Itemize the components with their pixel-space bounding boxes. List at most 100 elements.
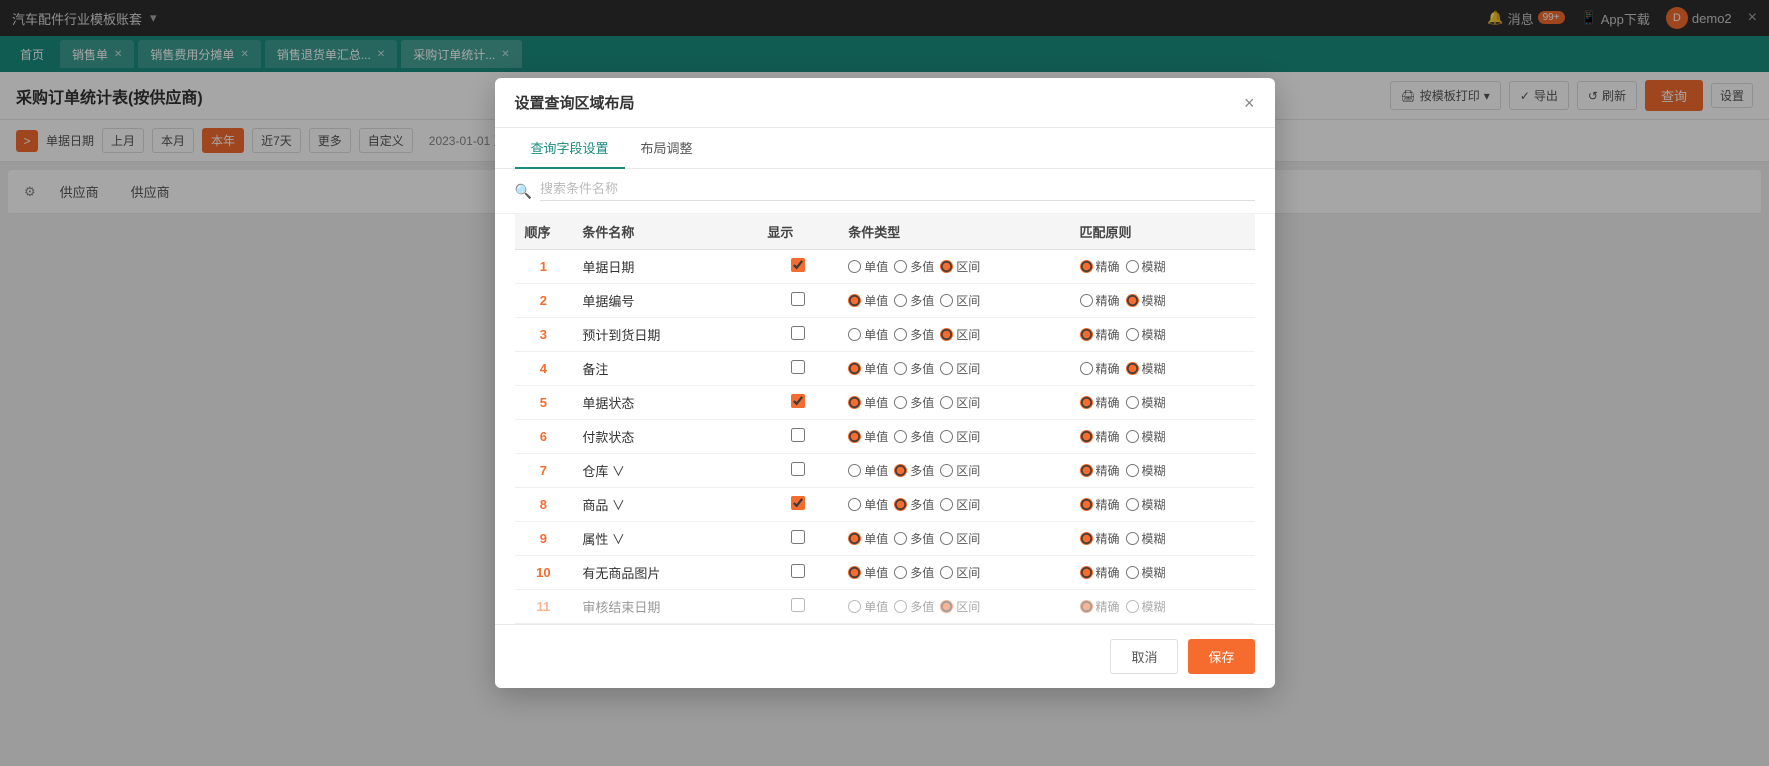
type-radio-区间[interactable] [940, 498, 953, 511]
type-option-单值[interactable]: 单值 [848, 428, 888, 445]
type-radio-多值[interactable] [894, 532, 907, 545]
match-option-模糊[interactable]: 模糊 [1126, 564, 1166, 581]
match-option-精确[interactable]: 精确 [1080, 598, 1120, 615]
type-radio-多值[interactable] [894, 260, 907, 273]
match-option-精确[interactable]: 精确 [1080, 360, 1120, 377]
type-option-多值[interactable]: 多值 [894, 462, 934, 479]
type-option-多值[interactable]: 多值 [894, 428, 934, 445]
type-option-区间[interactable]: 区间 [940, 428, 980, 445]
type-radio-区间[interactable] [940, 566, 953, 579]
type-option-区间[interactable]: 区间 [940, 326, 980, 343]
match-option-精确[interactable]: 精确 [1080, 530, 1120, 547]
type-option-单值[interactable]: 单值 [848, 292, 888, 309]
type-radio-多值[interactable] [894, 430, 907, 443]
type-radio-单值[interactable] [848, 362, 861, 375]
type-option-多值[interactable]: 多值 [894, 394, 934, 411]
type-option-区间[interactable]: 区间 [940, 258, 980, 275]
match-radio-精确[interactable] [1080, 362, 1093, 375]
match-radio-精确[interactable] [1080, 294, 1093, 307]
type-radio-单值[interactable] [848, 430, 861, 443]
match-option-模糊[interactable]: 模糊 [1126, 496, 1166, 513]
match-radio-精确[interactable] [1080, 566, 1093, 579]
display-checkbox[interactable] [791, 564, 805, 578]
type-option-多值[interactable]: 多值 [894, 564, 934, 581]
match-option-精确[interactable]: 精确 [1080, 564, 1120, 581]
type-option-区间[interactable]: 区间 [940, 462, 980, 479]
type-option-多值[interactable]: 多值 [894, 326, 934, 343]
match-radio-模糊[interactable] [1126, 464, 1139, 477]
match-radio-模糊[interactable] [1126, 600, 1139, 613]
match-radio-精确[interactable] [1080, 532, 1093, 545]
match-radio-模糊[interactable] [1126, 260, 1139, 273]
match-radio-模糊[interactable] [1126, 396, 1139, 409]
display-checkbox[interactable] [791, 292, 805, 306]
type-option-单值[interactable]: 单值 [848, 462, 888, 479]
type-radio-区间[interactable] [940, 464, 953, 477]
match-radio-精确[interactable] [1080, 328, 1093, 341]
match-radio-模糊[interactable] [1126, 498, 1139, 511]
display-checkbox[interactable] [791, 496, 805, 510]
type-radio-单值[interactable] [848, 600, 861, 613]
type-radio-区间[interactable] [940, 362, 953, 375]
search-input[interactable] [540, 181, 1255, 201]
type-option-单值[interactable]: 单值 [848, 598, 888, 615]
tab-query-fields[interactable]: 查询字段设置 [515, 128, 625, 169]
match-option-模糊[interactable]: 模糊 [1126, 360, 1166, 377]
type-radio-多值[interactable] [894, 600, 907, 613]
type-option-区间[interactable]: 区间 [940, 394, 980, 411]
type-radio-多值[interactable] [894, 498, 907, 511]
match-option-精确[interactable]: 精确 [1080, 292, 1120, 309]
type-option-单值[interactable]: 单值 [848, 258, 888, 275]
type-option-区间[interactable]: 区间 [940, 530, 980, 547]
match-option-模糊[interactable]: 模糊 [1126, 462, 1166, 479]
display-checkbox[interactable] [791, 326, 805, 340]
display-checkbox[interactable] [791, 598, 805, 612]
match-option-精确[interactable]: 精确 [1080, 326, 1120, 343]
match-radio-精确[interactable] [1080, 430, 1093, 443]
match-radio-精确[interactable] [1080, 260, 1093, 273]
modal-close-button[interactable]: × [1244, 94, 1255, 112]
type-radio-单值[interactable] [848, 566, 861, 579]
type-option-区间[interactable]: 区间 [940, 598, 980, 615]
display-checkbox[interactable] [791, 394, 805, 408]
match-radio-模糊[interactable] [1126, 566, 1139, 579]
match-radio-模糊[interactable] [1126, 532, 1139, 545]
match-option-精确[interactable]: 精确 [1080, 428, 1120, 445]
match-radio-模糊[interactable] [1126, 362, 1139, 375]
display-checkbox[interactable] [791, 258, 805, 272]
type-radio-多值[interactable] [894, 362, 907, 375]
type-option-单值[interactable]: 单值 [848, 326, 888, 343]
match-radio-精确[interactable] [1080, 498, 1093, 511]
type-option-多值[interactable]: 多值 [894, 360, 934, 377]
type-radio-单值[interactable] [848, 396, 861, 409]
type-radio-多值[interactable] [894, 396, 907, 409]
type-radio-区间[interactable] [940, 600, 953, 613]
type-radio-多值[interactable] [894, 328, 907, 341]
tab-layout-adjust[interactable]: 布局调整 [625, 128, 709, 169]
type-radio-区间[interactable] [940, 396, 953, 409]
type-option-多值[interactable]: 多值 [894, 292, 934, 309]
display-checkbox[interactable] [791, 428, 805, 442]
type-option-多值[interactable]: 多值 [894, 258, 934, 275]
type-option-多值[interactable]: 多值 [894, 598, 934, 615]
match-option-精确[interactable]: 精确 [1080, 496, 1120, 513]
match-option-模糊[interactable]: 模糊 [1126, 530, 1166, 547]
type-option-区间[interactable]: 区间 [940, 496, 980, 513]
match-radio-精确[interactable] [1080, 600, 1093, 613]
type-option-多值[interactable]: 多值 [894, 530, 934, 547]
type-option-单值[interactable]: 单值 [848, 360, 888, 377]
type-radio-单值[interactable] [848, 328, 861, 341]
type-radio-区间[interactable] [940, 532, 953, 545]
match-radio-模糊[interactable] [1126, 328, 1139, 341]
type-option-单值[interactable]: 单值 [848, 496, 888, 513]
match-option-精确[interactable]: 精确 [1080, 258, 1120, 275]
type-option-多值[interactable]: 多值 [894, 496, 934, 513]
cancel-button[interactable]: 取消 [1110, 639, 1178, 674]
match-radio-模糊[interactable] [1126, 294, 1139, 307]
type-radio-区间[interactable] [940, 260, 953, 273]
display-checkbox[interactable] [791, 360, 805, 374]
match-radio-精确[interactable] [1080, 464, 1093, 477]
type-option-区间[interactable]: 区间 [940, 292, 980, 309]
type-radio-单值[interactable] [848, 498, 861, 511]
match-option-模糊[interactable]: 模糊 [1126, 292, 1166, 309]
